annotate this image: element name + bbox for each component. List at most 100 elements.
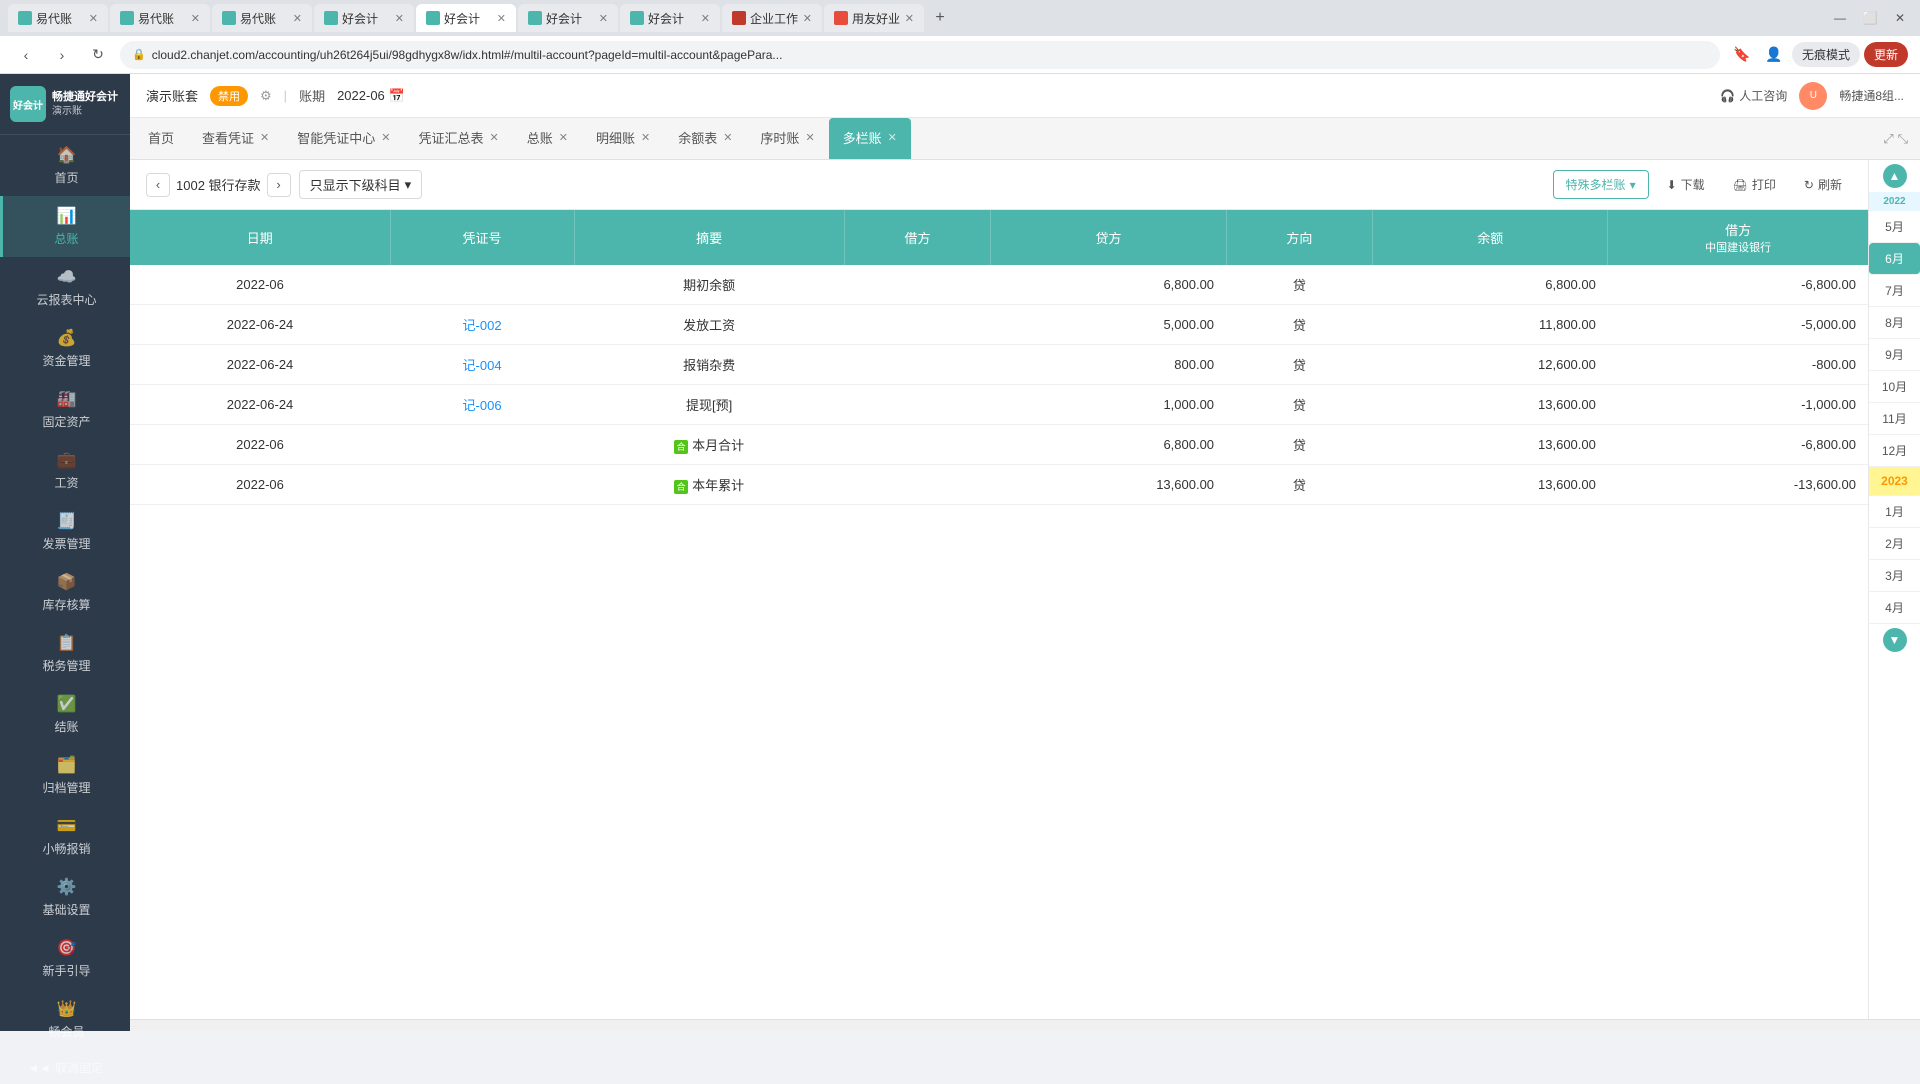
cell-voucher[interactable]: 记-006	[390, 385, 574, 425]
tab-general-ledger[interactable]: 总账 ✕	[513, 118, 582, 159]
cell-voucher[interactable]	[390, 465, 574, 505]
month-may[interactable]: 5月	[1869, 211, 1920, 243]
tab-detail-ledger[interactable]: 明细账 ✕	[582, 118, 664, 159]
calendar-up-button[interactable]: ▲	[1869, 160, 1920, 192]
incognito-button[interactable]: 无痕模式	[1792, 42, 1860, 67]
demo-badge[interactable]: 禁用	[210, 86, 248, 106]
browser-tab-6[interactable]: 好会计 ✕	[518, 4, 618, 32]
sidebar-item-guide[interactable]: 🎯 新手引导	[0, 928, 130, 989]
tab-close-7[interactable]: ✕	[701, 12, 710, 25]
browser-tab-9[interactable]: 用友好业 ✕	[824, 4, 924, 32]
tab-close-1[interactable]: ✕	[89, 12, 98, 25]
browser-tab-5[interactable]: 好会计 ✕	[416, 4, 516, 32]
update-button[interactable]: 更新	[1864, 42, 1908, 67]
tab-smart-voucher[interactable]: 智能凭证中心 ✕	[283, 118, 404, 159]
print-button[interactable]: 🖨 打印	[1723, 171, 1786, 198]
service-button[interactable]: 🎧 人工咨询	[1720, 87, 1787, 104]
reload-button[interactable]: ↻	[84, 41, 112, 69]
month-apr[interactable]: 4月	[1869, 592, 1920, 624]
unpin-button[interactable]: ◄◄ 取消固定	[0, 1051, 130, 1084]
settings-gear-icon[interactable]: ⚙	[260, 88, 272, 104]
sidebar-item-inventory[interactable]: 📦 库存核算	[0, 562, 130, 623]
sidebar-item-salary[interactable]: 💼 工资	[0, 440, 130, 501]
cell-voucher[interactable]: 记-002	[390, 305, 574, 345]
browser-tab-3[interactable]: 易代账 ✕	[212, 4, 312, 32]
cell-voucher[interactable]	[390, 265, 574, 305]
tab-close-voucher-summary[interactable]: ✕	[490, 131, 499, 144]
month-feb[interactable]: 2月	[1869, 528, 1920, 560]
month-nov[interactable]: 11月	[1869, 403, 1920, 435]
tab-close-general-ledger[interactable]: ✕	[559, 131, 568, 144]
month-sep[interactable]: 9月	[1869, 339, 1920, 371]
account-icon[interactable]: 👤	[1760, 41, 1788, 69]
sidebar-item-tax[interactable]: 📋 税务管理	[0, 623, 130, 684]
tab-close-detail-ledger[interactable]: ✕	[641, 131, 650, 144]
sidebar-item-expense[interactable]: 💳 小畅报销	[0, 806, 130, 867]
filter-dropdown[interactable]: 只显示下级科目 ▾	[299, 170, 423, 199]
tab-close-4[interactable]: ✕	[395, 12, 404, 25]
period-selector[interactable]: 2022-06 📅	[337, 88, 405, 104]
sidebar-item-funds[interactable]: 💰 资金管理	[0, 318, 130, 379]
up-arrow-icon[interactable]: ▲	[1883, 164, 1907, 188]
prev-account-button[interactable]: ‹	[146, 173, 170, 197]
tab-close-6[interactable]: ✕	[599, 12, 608, 25]
tab-close-9[interactable]: ✕	[905, 12, 914, 25]
sidebar-item-cloud-report[interactable]: ☁️ 云报表中心	[0, 257, 130, 318]
browser-tab-1[interactable]: 易代账 ✕	[8, 4, 108, 32]
bookmark-icon[interactable]: 🔖	[1728, 41, 1756, 69]
tab-view-voucher[interactable]: 查看凭证 ✕	[188, 118, 283, 159]
month-dec[interactable]: 12月	[1869, 435, 1920, 467]
month-jan[interactable]: 1月	[1869, 496, 1920, 528]
maximize-button[interactable]: ⬜	[1858, 6, 1882, 30]
cell-voucher[interactable]: 记-004	[390, 345, 574, 385]
calendar-down-button[interactable]: ▼	[1869, 624, 1920, 656]
sidebar-item-closing[interactable]: ✅ 结账	[0, 684, 130, 745]
url-bar[interactable]: 🔒 cloud2.chanjet.com/accounting/uh26t264…	[120, 41, 1720, 69]
tab-voucher-summary[interactable]: 凭证汇总表 ✕	[404, 118, 512, 159]
down-arrow-icon[interactable]: ▼	[1883, 628, 1907, 652]
sidebar-item-archive[interactable]: 🗂️ 归档管理	[0, 745, 130, 806]
user-avatar[interactable]: U	[1799, 82, 1827, 110]
tab-home[interactable]: 首页	[134, 118, 188, 159]
month-mar[interactable]: 3月	[1869, 560, 1920, 592]
tab-close-3[interactable]: ✕	[293, 12, 302, 25]
browser-tab-7[interactable]: 好会计 ✕	[620, 4, 720, 32]
tab-close-5[interactable]: ✕	[497, 12, 506, 25]
forward-button[interactable]: ›	[48, 41, 76, 69]
sidebar-item-fixed-assets[interactable]: 🏭 固定资产	[0, 379, 130, 440]
tab-close-journal[interactable]: ✕	[805, 131, 814, 144]
sidebar-item-invoice[interactable]: 🧾 发票管理	[0, 501, 130, 562]
tab-close-8[interactable]: ✕	[803, 12, 812, 25]
tab-close-view-voucher[interactable]: ✕	[260, 131, 269, 144]
browser-tab-8[interactable]: 企业工作 ✕	[722, 4, 822, 32]
month-jun[interactable]: 6月	[1869, 243, 1920, 275]
refresh-button[interactable]: ↻ 刷新	[1794, 171, 1852, 198]
horizontal-scrollbar[interactable]	[130, 1019, 1920, 1031]
voucher-link[interactable]: 记-002	[463, 318, 502, 333]
sidebar-item-member[interactable]: 👑 畅会员	[0, 989, 130, 1050]
tab-close-balance[interactable]: ✕	[723, 131, 732, 144]
tab-balance[interactable]: 余额表 ✕	[664, 118, 746, 159]
close-window-button[interactable]: ✕	[1888, 6, 1912, 30]
tab-expand-button[interactable]: ⤢ ⤡	[1875, 131, 1916, 147]
tab-close-smart-voucher[interactable]: ✕	[381, 131, 390, 144]
tab-multi-column[interactable]: 多栏账 ✕	[829, 118, 911, 159]
tab-close-multi-column[interactable]: ✕	[888, 131, 897, 144]
cell-voucher[interactable]	[390, 425, 574, 465]
next-account-button[interactable]: ›	[267, 173, 291, 197]
month-aug[interactable]: 8月	[1869, 307, 1920, 339]
sidebar-item-settings[interactable]: ⚙️ 基础设置	[0, 867, 130, 928]
browser-tab-4[interactable]: 好会计 ✕	[314, 4, 414, 32]
voucher-link[interactable]: 记-004	[463, 358, 502, 373]
month-jul[interactable]: 7月	[1869, 275, 1920, 307]
sidebar-item-general-ledger[interactable]: 📊 总账	[0, 196, 130, 257]
special-ledger-button[interactable]: 特殊多栏账 ▾	[1553, 170, 1649, 199]
minimize-button[interactable]: —	[1828, 6, 1852, 30]
month-oct[interactable]: 10月	[1869, 371, 1920, 403]
voucher-link[interactable]: 记-006	[463, 398, 502, 413]
sidebar-item-home[interactable]: 🏠 首页	[0, 135, 130, 196]
back-button[interactable]: ‹	[12, 41, 40, 69]
browser-tab-2[interactable]: 易代账 ✕	[110, 4, 210, 32]
new-tab-button[interactable]: +	[926, 4, 954, 32]
tab-close-2[interactable]: ✕	[191, 12, 200, 25]
